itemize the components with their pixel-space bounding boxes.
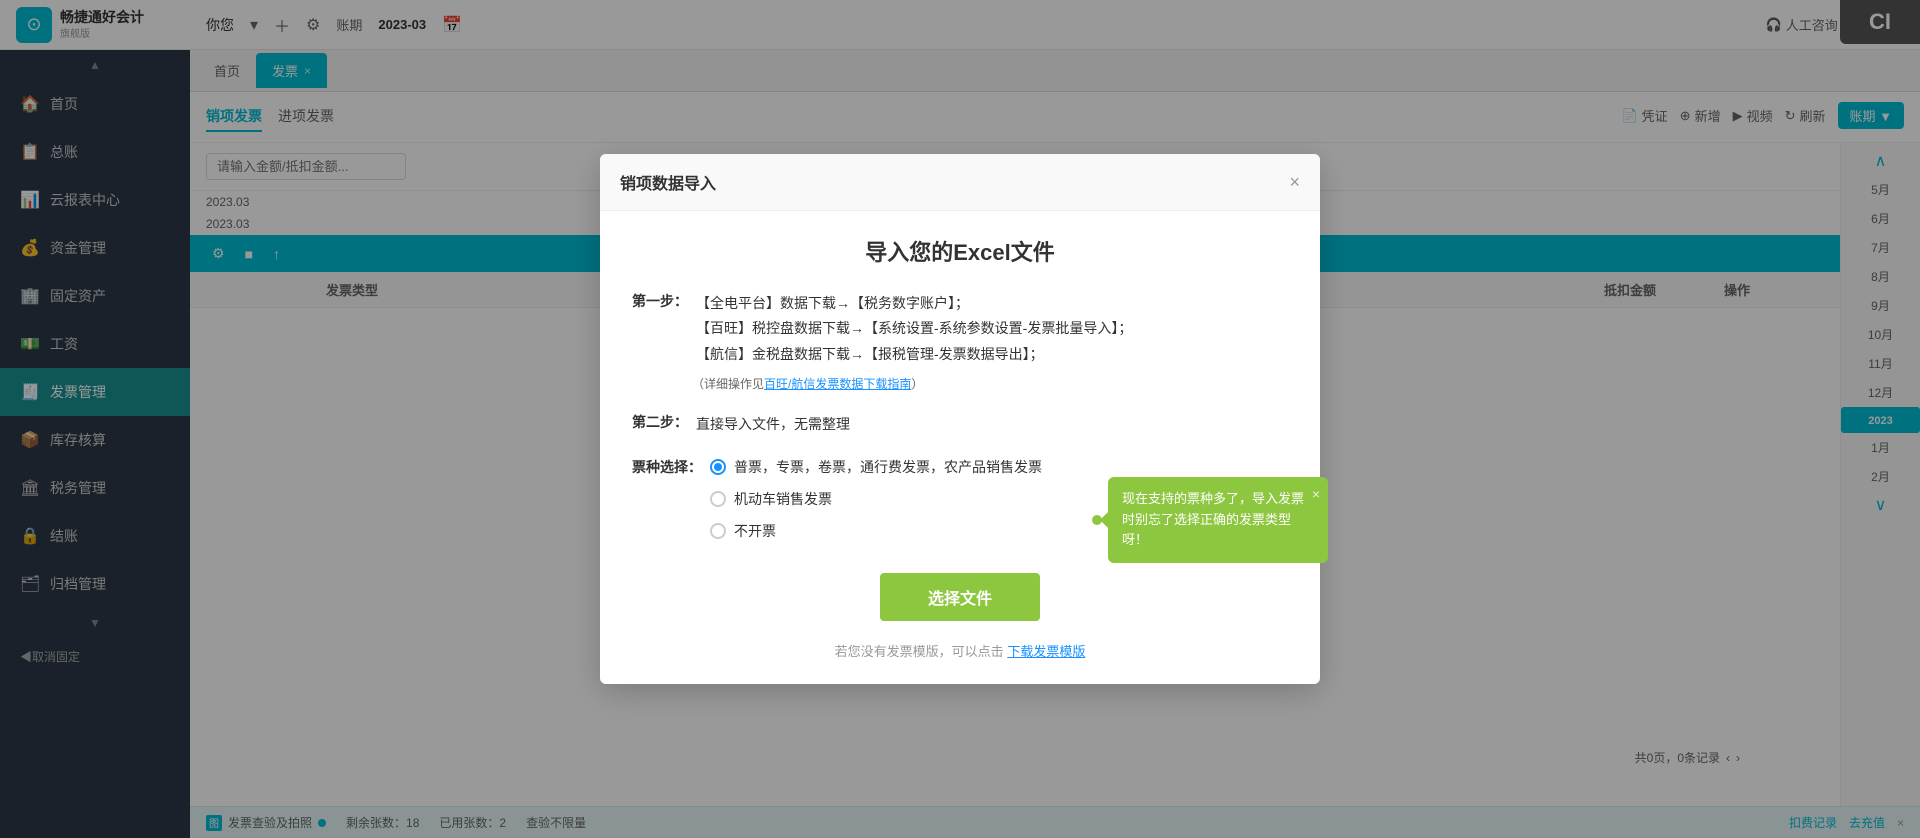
step1-sub: （详细操作见百旺/航信发票数据下载指南）: [632, 375, 1288, 392]
select-file-button[interactable]: 选择文件: [880, 573, 1040, 621]
step1-block: 第一步： 【全电平台】数据下载→【税务数字账户】； 【百旺】税控盘数据下载→【系…: [632, 291, 1288, 392]
step1-line-2: 【百旺】税控盘数据下载→【系统设置-系统参数设置-发票批量导入】；: [696, 316, 1132, 341]
step1-content: 【全电平台】数据下载→【税务数字账户】； 【百旺】税控盘数据下载→【系统设置-系…: [696, 291, 1132, 367]
footer-text: 若您没有发票模版，可以点击: [835, 644, 1004, 659]
import-modal: 销项数据导入 × 导入您的Excel文件 第一步： 【全电平台】数据下载→【税务…: [600, 154, 1320, 684]
step2-block: 第二步： 直接导入文件，无需整理: [632, 412, 1288, 437]
step1-line-1: 【全电平台】数据下载→【税务数字账户】；: [696, 291, 1132, 316]
radio-dot-3: [710, 523, 726, 539]
download-guide-link[interactable]: 百旺/航信发票数据下载指南: [764, 377, 911, 391]
modal-close-button[interactable]: ×: [1289, 172, 1300, 193]
step1-row: 第一步： 【全电平台】数据下载→【税务数字账户】； 【百旺】税控盘数据下载→【系…: [632, 291, 1288, 367]
radio-group: 普票，专票，卷票，通行费发票，农产品销售发票 机动车销售发票 不开票: [710, 457, 1042, 553]
step2-content: 直接导入文件，无需整理: [696, 412, 850, 437]
modal-body: 导入您的Excel文件 第一步： 【全电平台】数据下载→【税务数字账户】； 【百…: [600, 211, 1320, 684]
radio-dot-1: [710, 459, 726, 475]
modal-title: 销项数据导入: [620, 170, 716, 194]
step2-label: 第二步：: [632, 412, 688, 432]
radio-label-2: 机动车销售发票: [734, 489, 832, 509]
radio-option-3[interactable]: 不开票: [710, 521, 1042, 541]
tooltip-text: 现在支持的票种多了，导入发票时别忘了选择正确的发票类型呀！: [1122, 491, 1304, 548]
ticket-type-label: 票种选择：: [632, 457, 702, 477]
step2-row: 第二步： 直接导入文件，无需整理: [632, 412, 1288, 437]
step1-label: 第一步：: [632, 291, 688, 311]
tooltip-bubble: × 现在支持的票种多了，导入发票时别忘了选择正确的发票类型呀！: [1108, 477, 1328, 563]
radio-label-3: 不开票: [734, 521, 776, 541]
modal-footer: 若您没有发票模版，可以点击 下载发票模版: [632, 641, 1288, 660]
step1-line-3: 【航信】金税盘数据下载→【报税管理-发票数据导出】；: [696, 342, 1132, 367]
radio-option-1[interactable]: 普票，专票，卷票，通行费发票，农产品销售发票: [710, 457, 1042, 477]
radio-label-1: 普票，专票，卷票，通行费发票，农产品销售发票: [734, 457, 1042, 477]
download-template-link[interactable]: 下载发票模版: [1007, 644, 1085, 659]
modal-overlay[interactable]: 销项数据导入 × 导入您的Excel文件 第一步： 【全电平台】数据下载→【税务…: [0, 0, 1920, 838]
modal-main-title: 导入您的Excel文件: [632, 235, 1288, 267]
radio-dot-2: [710, 491, 726, 507]
tooltip-close-icon[interactable]: ×: [1312, 483, 1320, 505]
ticket-type-row: 票种选择： 普票，专票，卷票，通行费发票，农产品销售发票 机动车销售发票: [632, 457, 1288, 553]
modal-header: 销项数据导入 ×: [600, 154, 1320, 211]
tooltip-dot: [1092, 515, 1102, 525]
radio-option-2[interactable]: 机动车销售发票: [710, 489, 1042, 509]
